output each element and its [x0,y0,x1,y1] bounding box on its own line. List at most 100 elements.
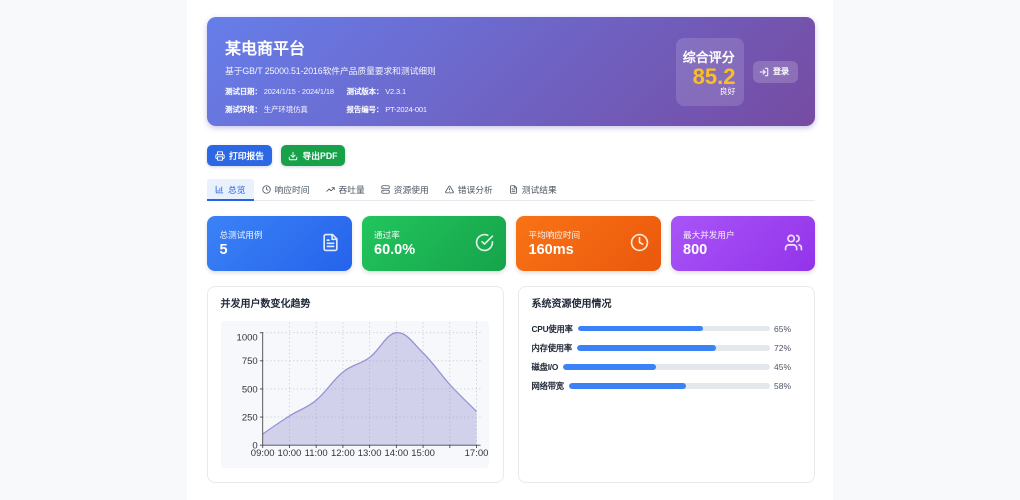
report-header-info: 某电商平台 基于GB/T 25000.51-2016软件产品质量要求和测试细则 … [225,30,436,116]
bottom-panels: 并发用户数变化趋势 0 250 500 750 1000 09:00 10:00 11:00 1… [207,285,815,483]
stat-card-pass-rate: 通过率 60.0% [361,215,506,271]
meta-value: 生产环境仿真 [263,105,308,114]
svg-text:15:00: 15:00 [411,448,435,459]
login-button[interactable]: 登录 [753,60,798,83]
score-level: 良好 [719,87,736,96]
resource-label: 磁盘I/O [531,361,559,372]
resource-percent: 72% [773,342,791,353]
clock-icon [630,233,649,271]
tab-throughput[interactable]: 吞吐量 [318,179,373,200]
stat-value: 160ms [528,241,574,258]
meta-test-env: 测试环境： 生产环境仿真 [225,105,347,116]
resource-percent: 45% [773,361,791,372]
login-button-label: 登录 [773,67,789,76]
report-meta: 测试日期： 2024/1/15 - 2024/1/18 测试版本： V2.3.1… [225,87,436,116]
score-label: 综合评分 [682,49,735,65]
resource-panel-title: 系统资源使用情况 [531,298,612,310]
resource-row-disk-io: 磁盘I/O 45% [532,357,802,376]
meta-label: 测试日期： [225,86,262,96]
meta-label: 测试版本： [346,86,384,96]
meta-value: V2.3.1 [385,86,406,96]
svg-text:09:00: 09:00 [250,448,274,459]
svg-text:750: 750 [241,356,257,367]
resource-percent: 65% [773,323,791,334]
page-subtitle: 基于GB/T 25000.51-2016软件产品质量要求和测试细则 [225,65,436,76]
log-in-icon [759,67,769,77]
resource-label: 内存使用率 [531,342,573,353]
tab-overview[interactable]: 总览 [207,178,254,201]
export-button-label: 导出PDF [302,151,338,161]
stat-label: 最大并发用户 [683,230,735,240]
stat-label: 通过率 [374,230,400,240]
check-circle-icon [475,233,494,271]
action-buttons: 打印报告 导出PDF [207,145,815,166]
meta-report-no: 报告编号： PT-2024-001 [347,105,436,116]
svg-text:500: 500 [241,384,257,395]
meta-test-date: 测试日期： 2024/1/15 - 2024/1/18 [225,87,347,98]
stat-label: 总测试用例 [219,230,263,240]
svg-text:14:00: 14:00 [384,448,408,459]
svg-text:250: 250 [241,412,257,423]
alert-triangle-icon [444,185,454,194]
resource-bar-fill [563,364,657,370]
printer-icon [214,150,225,161]
meta-label: 报告编号： [346,105,384,114]
meta-value: 2024/1/15 - 2024/1/18 [263,86,334,96]
resource-percent: 58% [773,381,791,392]
resource-row-network-bandwidth: 网络带宽 58% [532,377,802,396]
chart-panel-title: 并发用户数变化趋势 [220,298,311,310]
meta-label: 测试环境： [225,105,262,114]
chart-column-icon [215,185,224,194]
resource-rows: CPU使用率 65% 内存使用率 72% 磁盘I/O 45% 网络带宽 58% [532,319,802,396]
svg-text:10:00: 10:00 [277,448,301,459]
stat-card-avg-response-time: 平均响应时间 160ms [516,215,661,271]
svg-text:11:00: 11:00 [304,448,327,459]
svg-text:17:00: 17:00 [464,448,488,459]
svg-text:12:00: 12:00 [330,448,354,459]
resource-usage-panel: 系统资源使用情况 CPU使用率 65% 内存使用率 72% 磁盘I/O 45% 网络带宽 58… [518,285,815,483]
print-button-label: 打印报告 [229,151,264,161]
tab-bar: 总览 响应时间 吞吐量 资源使用 错误分析 测试结果 [207,178,815,201]
resource-bar-track [577,325,770,332]
export-pdf-button[interactable]: 导出PDF [280,145,345,166]
tab-test-results[interactable]: 测试结果 [501,179,565,200]
resource-label: 网络带宽 [531,381,565,392]
tab-response-time[interactable]: 响应时间 [254,179,318,200]
file-text-icon [321,233,340,271]
overall-score-box: 综合评分 85.2 良好 [676,37,744,106]
meta-value: PT-2024-001 [385,105,427,114]
resource-bar-fill [568,383,686,389]
stat-card-total-test-cases: 总测试用例 5 [207,215,352,271]
stat-cards: 总测试用例 5 通过率 60.0% 平均响应时间 160ms 最大并发用户 800 [207,215,815,271]
stat-value: 800 [683,241,708,258]
resource-row-cpu-usage: CPU使用率 65% [532,319,802,338]
concurrency-chart-panel: 并发用户数变化趋势 0 250 500 750 1000 09:00 10:00 11:00 1… [207,285,504,483]
resource-bar-track [577,345,770,351]
download-icon [288,151,298,161]
page-title: 某电商平台 [225,41,306,58]
tab-resource-usage[interactable]: 资源使用 [373,179,437,200]
users-icon [784,233,803,271]
score-value: 85.2 [692,63,736,89]
print-report-button[interactable]: 打印报告 [207,145,272,166]
server-icon [381,184,390,194]
resource-bar-fill [577,325,703,332]
file-text-icon [509,184,518,194]
resource-bar-fill [577,345,716,351]
resource-row-memory-usage: 内存使用率 72% [532,338,802,357]
stat-label: 平均响应时间 [528,230,581,240]
resource-label: CPU使用率 [531,323,573,334]
trending-up-icon [325,185,335,194]
stat-value: 60.0% [374,241,416,258]
header-right: 综合评分 85.2 良好 登录 [676,30,798,113]
stat-value: 5 [219,241,228,258]
resource-bar-track [568,383,770,389]
report-page: 某电商平台 基于GB/T 25000.51-2016软件产品质量要求和测试细则 … [187,0,833,500]
clock-icon [261,184,271,194]
tab-error-analysis[interactable]: 错误分析 [437,179,501,200]
report-header-card: 某电商平台 基于GB/T 25000.51-2016软件产品质量要求和测试细则 … [207,17,815,126]
meta-test-version: 测试版本： V2.3.1 [347,87,436,98]
svg-text:13:00: 13:00 [357,448,381,459]
concurrency-chart: 0 250 500 750 1000 09:00 10:00 11:00 12:00 13:00 1… [220,320,489,468]
resource-bar-track [563,364,770,370]
